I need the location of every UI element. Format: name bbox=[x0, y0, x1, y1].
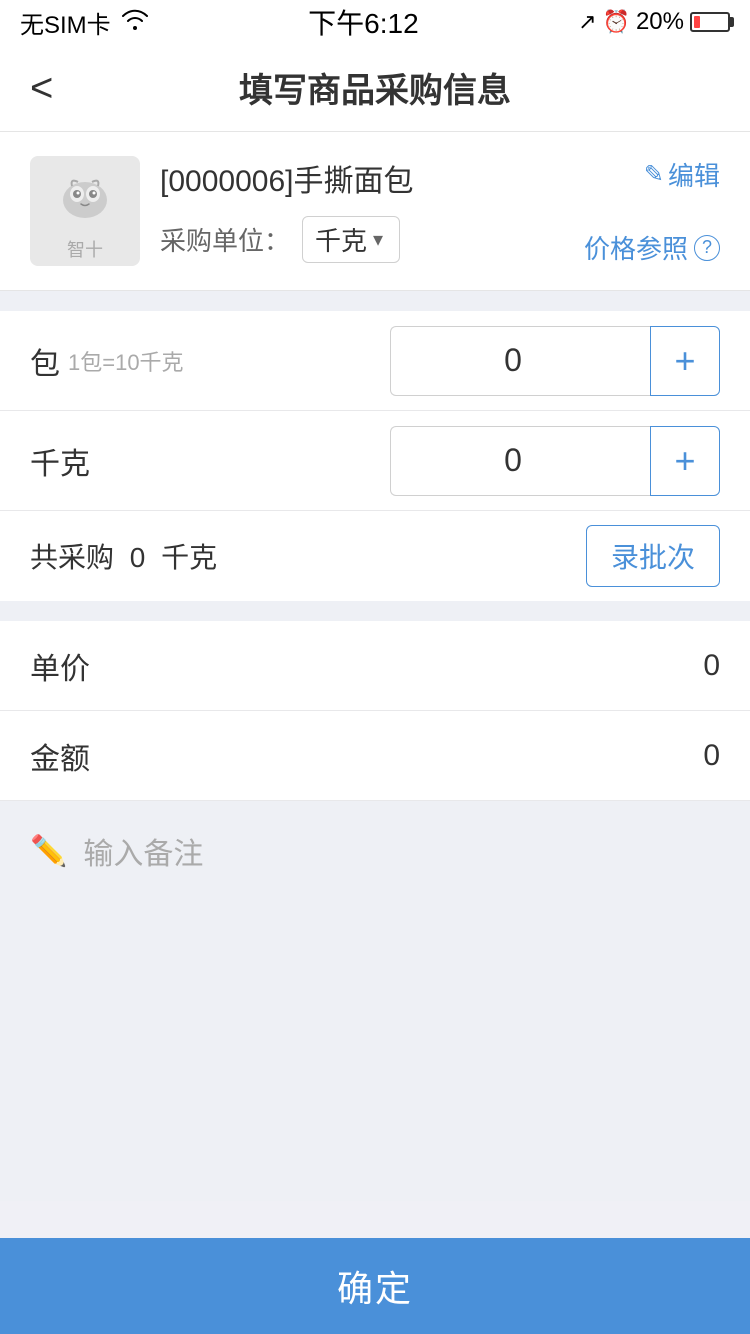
nav-bar: < 填写商品采购信息 bbox=[0, 44, 750, 132]
kg-label: 千克 bbox=[30, 439, 90, 483]
bag-input-row: 包 1包=10千克 + bbox=[0, 311, 750, 411]
summary-unit: 千克 bbox=[161, 542, 217, 573]
price-section: 单价 0 金额 0 bbox=[0, 621, 750, 801]
unit-label: 采购单位： bbox=[160, 221, 290, 258]
price-ref-label: 价格参照 bbox=[584, 229, 688, 266]
status-right: ↗ ⏰ 20% bbox=[578, 8, 730, 36]
unit-price-row: 单价 0 bbox=[0, 621, 750, 711]
wifi-icon bbox=[121, 8, 149, 37]
kg-input-row: 千克 + bbox=[0, 411, 750, 511]
product-right: ✎ 编辑 价格参照 ? bbox=[584, 156, 720, 266]
price-reference-button[interactable]: 价格参照 ? bbox=[584, 229, 720, 266]
bag-sublabel: 1包=10千克 bbox=[68, 345, 184, 377]
back-button[interactable]: < bbox=[30, 68, 53, 108]
location-icon: ↗ bbox=[578, 9, 596, 35]
battery-icon bbox=[690, 12, 730, 32]
empty-area bbox=[0, 901, 750, 1201]
unit-price-label: 单价 bbox=[30, 644, 90, 688]
product-image: 智十 bbox=[30, 156, 140, 266]
page-title: 填写商品采购信息 bbox=[239, 63, 511, 112]
section-divider-1 bbox=[0, 291, 750, 311]
carrier-label: 无SIM卡 bbox=[20, 5, 111, 40]
product-info: [0000006]手撕面包 采购单位： 千克 ▾ bbox=[160, 156, 564, 263]
product-card: 智十 [0000006]手撕面包 采购单位： 千克 ▾ ✎ 编辑 价格参照 ? bbox=[0, 132, 750, 291]
section-divider-2 bbox=[0, 601, 750, 621]
input-section: 包 1包=10千克 + 千克 + bbox=[0, 311, 750, 511]
product-image-label: 智十 bbox=[50, 236, 120, 262]
summary-row: 共采购 0 千克 录批次 bbox=[0, 511, 750, 601]
summary-label: 共采购 bbox=[30, 542, 114, 573]
summary-text: 共采购 0 千克 bbox=[30, 536, 217, 576]
confirm-button[interactable]: 确定 bbox=[0, 1238, 750, 1334]
edit-label: 编辑 bbox=[668, 156, 720, 193]
remark-placeholder: 输入备注 bbox=[83, 829, 203, 873]
edit-button[interactable]: ✎ 编辑 bbox=[644, 156, 720, 193]
amount-label: 金额 bbox=[30, 734, 90, 778]
summary-value: 0 bbox=[130, 542, 146, 573]
unit-value: 千克 bbox=[315, 221, 367, 258]
kg-input-right: + bbox=[390, 426, 720, 496]
product-name: [0000006]手撕面包 bbox=[160, 156, 564, 200]
bag-input[interactable] bbox=[390, 326, 650, 396]
amount-row: 金额 0 bbox=[0, 711, 750, 801]
alarm-icon: ⏰ bbox=[603, 9, 630, 35]
product-logo bbox=[50, 160, 120, 236]
bag-plus-button[interactable]: + bbox=[650, 326, 720, 396]
info-icon: ? bbox=[694, 235, 720, 261]
status-left: 无SIM卡 bbox=[20, 5, 149, 40]
pencil-icon: ✏️ bbox=[30, 834, 67, 869]
unit-dropdown[interactable]: 千克 ▾ bbox=[302, 216, 400, 263]
batch-button[interactable]: 录批次 bbox=[586, 525, 720, 587]
status-time: 下午6:12 bbox=[308, 2, 419, 42]
bag-input-right: + bbox=[390, 326, 720, 396]
bag-label: 包 bbox=[30, 339, 60, 383]
kg-plus-button[interactable]: + bbox=[650, 426, 720, 496]
status-bar: 无SIM卡 下午6:12 ↗ ⏰ 20% bbox=[0, 0, 750, 44]
amount-value: 0 bbox=[703, 739, 720, 773]
battery-percent: 20% bbox=[636, 8, 684, 36]
kg-input[interactable] bbox=[390, 426, 650, 496]
unit-price-value: 0 bbox=[703, 649, 720, 683]
chevron-down-icon: ▾ bbox=[373, 227, 383, 252]
remark-section[interactable]: ✏️ 输入备注 bbox=[0, 801, 750, 901]
product-unit-row: 采购单位： 千克 ▾ bbox=[160, 216, 564, 263]
edit-icon: ✎ bbox=[644, 160, 664, 189]
